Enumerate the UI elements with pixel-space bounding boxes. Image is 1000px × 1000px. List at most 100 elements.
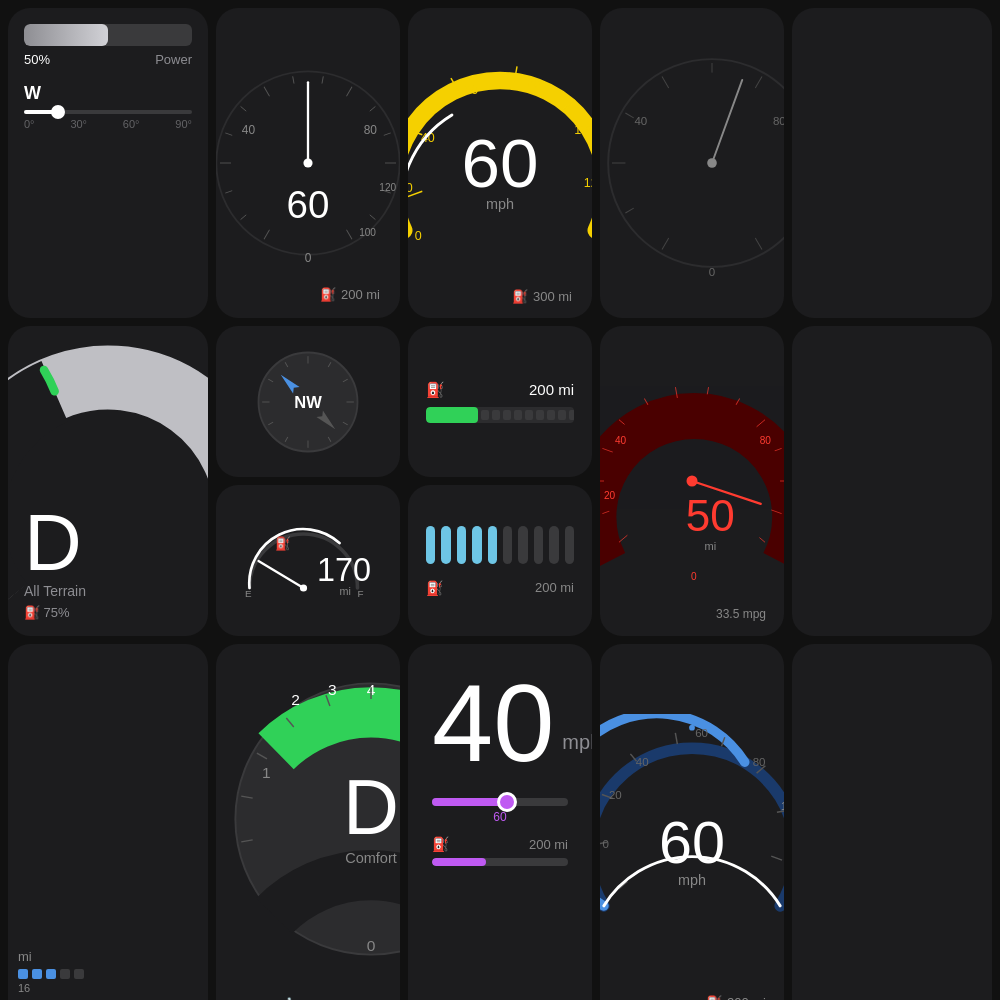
fuel-bar-top-widget: ⛽ 200 mi	[408, 326, 592, 477]
svg-point-74	[300, 584, 307, 591]
mpg-info: 33.5 mpg	[716, 604, 766, 622]
tick-8	[558, 410, 566, 420]
speedo-partial-widget: 40 80 100 0	[600, 8, 784, 318]
speed40-fuel-miles: 200 mi	[529, 837, 568, 852]
tick-3	[503, 410, 511, 420]
slider-thumb[interactable]	[51, 105, 65, 119]
svg-line-55	[712, 80, 742, 163]
pink-fuel-bar	[432, 858, 568, 866]
svg-line-6	[241, 106, 247, 111]
svg-text:Comfort: Comfort	[345, 850, 397, 866]
fuel-miles-yellow: 300 mi	[533, 289, 572, 304]
power-bar-container: 50% Power	[24, 24, 192, 67]
svg-text:40: 40	[636, 756, 649, 768]
svg-text:mi: mi	[705, 540, 717, 552]
fuel-bar-bottom-widget: ⛽ 200 mi	[408, 485, 592, 636]
terrain-mode: All Terrain	[24, 583, 86, 599]
svg-text:20: 20	[408, 181, 413, 195]
dot-4	[60, 969, 70, 979]
pink-slider-thumb[interactable]	[497, 792, 517, 812]
svg-point-56	[707, 158, 717, 168]
speed40-fuel-container: ⛽ 200 mi	[432, 836, 568, 866]
svg-text:mi: mi	[340, 585, 351, 597]
pink-fuel-fill	[432, 858, 486, 866]
speed40-number: 40	[432, 668, 554, 778]
pill-row	[426, 526, 574, 564]
svg-text:40: 40	[615, 435, 627, 446]
svg-line-11	[370, 106, 376, 111]
svg-text:120: 120	[379, 182, 396, 193]
dot-1	[18, 969, 28, 979]
pill-2	[441, 526, 450, 564]
topright-widget	[792, 8, 992, 318]
svg-text:170: 170	[317, 551, 371, 587]
svg-text:0: 0	[415, 229, 422, 243]
tick-1	[481, 410, 489, 420]
svg-line-73	[259, 561, 304, 588]
svg-text:120: 120	[584, 176, 592, 190]
pink-value: 60	[432, 810, 568, 824]
svg-text:80: 80	[753, 756, 766, 768]
tick-5	[525, 410, 533, 420]
fuel-info-dark: ⛽ 200 mi	[320, 287, 380, 302]
pink-slider-fill	[432, 798, 507, 806]
speedo-partial-svg: 40 80 100 0	[600, 38, 784, 288]
blue-fuel-miles: 200 mi	[727, 995, 766, 1000]
svg-text:40: 40	[242, 123, 256, 137]
slider-ticks: 0° 30° 60° 90°	[24, 118, 192, 130]
svg-text:60: 60	[695, 727, 708, 739]
svg-line-134	[771, 856, 782, 860]
fuel-info-yellow: ⛽ 300 mi	[512, 289, 572, 304]
svg-text:2: 2	[291, 691, 300, 708]
svg-text:20: 20	[604, 490, 616, 501]
svg-text:100: 100	[359, 227, 376, 238]
svg-text:80: 80	[760, 435, 772, 446]
tick-7	[547, 410, 555, 420]
power-slider[interactable]: W 0° 30° 60° 90°	[24, 77, 192, 136]
pill-3	[457, 526, 466, 564]
svg-point-39	[608, 59, 784, 267]
tick-60: 60°	[123, 118, 140, 130]
speedo-yellow-widget: 20 0 40 60 80 100 120 60 mph ⛽ 300 mi	[408, 8, 592, 318]
svg-line-46	[755, 76, 762, 88]
bottomleft-dots: 16	[18, 969, 84, 994]
tick-0: 0°	[24, 118, 35, 130]
pill-5	[488, 526, 497, 564]
speedo-blue-widget: 20 0 40 60 80 100 60 mph ⛽ 200 mi	[600, 644, 784, 1000]
svg-text:1: 1	[262, 764, 271, 781]
fuel-icon-dark: ⛽	[320, 287, 336, 302]
slider-track	[24, 110, 192, 114]
pink-slider-track[interactable]	[432, 798, 568, 806]
speedo-red-svg: 40 80 60 20 0 50 mi	[600, 371, 784, 591]
blue-fuel-info: ⛽ 200 mi	[706, 995, 766, 1000]
green-bar-fill	[426, 407, 478, 423]
svg-line-10	[347, 87, 353, 97]
svg-line-7	[264, 87, 270, 97]
compass-fuel-col: NW E F 170 mi ⛽	[216, 326, 400, 636]
fuel-bottom-icon: ⛽	[426, 580, 443, 596]
svg-text:100: 100	[781, 800, 784, 812]
fuel-top-miles: 200 mi	[529, 381, 574, 398]
svg-line-9	[322, 76, 323, 83]
svg-text:⛽: ⛽	[275, 535, 291, 551]
terrain-widget: D All Terrain ⛽ 75%	[8, 326, 208, 636]
svg-line-130	[675, 733, 677, 744]
svg-line-93	[759, 538, 765, 543]
terrain-fuel: ⛽ 75%	[24, 605, 86, 620]
svg-text:60: 60	[464, 83, 478, 97]
pill-7	[518, 526, 527, 564]
fuel-icon-yellow: ⛽	[512, 289, 528, 304]
svg-line-50	[755, 238, 762, 250]
svg-text:40: 40	[634, 115, 647, 127]
pill-6	[503, 526, 512, 564]
svg-line-2	[241, 215, 247, 220]
tick-6	[536, 410, 544, 420]
svg-point-141	[689, 725, 695, 731]
power-labels: 50% Power	[24, 52, 192, 67]
svg-text:mph: mph	[678, 872, 706, 888]
midright-widget	[792, 326, 992, 636]
gear-green-widget: 4 5 6 7 8 3 2 1 0 D	[216, 644, 400, 1000]
fuel-bottom-row: ⛽ 200 mi	[426, 580, 574, 596]
fuel-top-icon: ⛽	[426, 381, 445, 399]
terrain-gear: D	[24, 503, 86, 583]
